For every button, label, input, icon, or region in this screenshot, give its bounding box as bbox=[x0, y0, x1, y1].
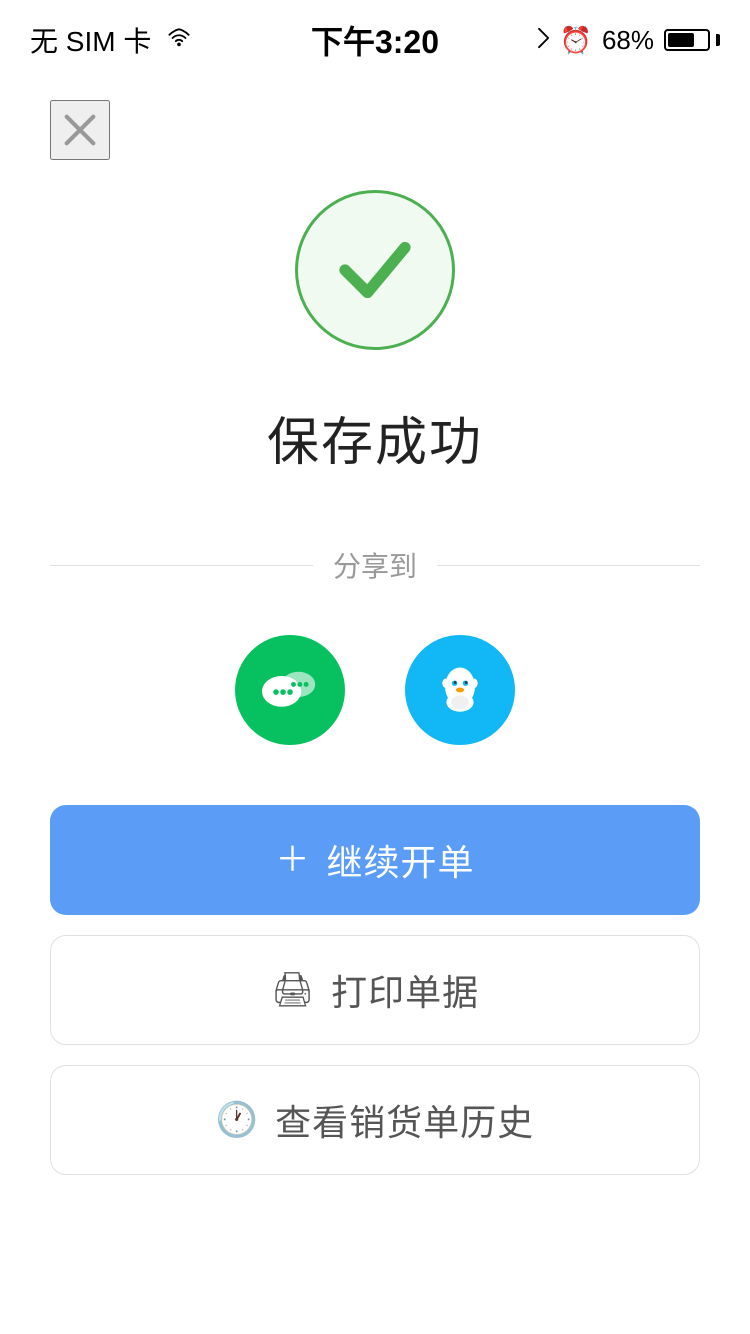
share-divider: 分享到 bbox=[50, 545, 700, 585]
divider-left bbox=[50, 565, 313, 566]
action-buttons: ＋ 继续开单 🖨 打印单据 🕐 查看销货单历史 bbox=[50, 805, 700, 1175]
main-content: 保存成功 分享到 bbox=[0, 80, 750, 1225]
wechat-share-button[interactable] bbox=[235, 635, 345, 745]
share-icons bbox=[235, 635, 515, 745]
print-icon: 🖨 bbox=[271, 973, 315, 1007]
history-button[interactable]: 🕐 查看销货单历史 bbox=[50, 1065, 700, 1175]
battery-percent: 68% bbox=[602, 25, 654, 56]
alarm-icon: ⏰ bbox=[560, 25, 592, 56]
share-label: 分享到 bbox=[333, 545, 417, 585]
status-right: ⏰ 68% bbox=[528, 25, 720, 56]
plus-icon: ＋ bbox=[275, 843, 310, 877]
print-label: 打印单据 bbox=[331, 964, 479, 1016]
location-icon bbox=[528, 25, 550, 56]
print-button[interactable]: 🖨 打印单据 bbox=[50, 935, 700, 1045]
time-display: 下午3:20 bbox=[311, 17, 439, 63]
divider-right bbox=[437, 565, 700, 566]
wifi-icon bbox=[163, 24, 195, 56]
history-icon: 🕐 bbox=[216, 1103, 259, 1137]
history-label: 查看销货单历史 bbox=[275, 1094, 534, 1146]
carrier-label: 无 SIM 卡 bbox=[30, 20, 151, 60]
continue-order-button[interactable]: ＋ 继续开单 bbox=[50, 805, 700, 915]
close-button[interactable] bbox=[50, 100, 110, 160]
status-left: 无 SIM 卡 bbox=[30, 20, 195, 60]
qq-share-button[interactable] bbox=[405, 635, 515, 745]
battery-icon bbox=[664, 29, 720, 51]
success-icon-circle bbox=[295, 190, 455, 350]
share-section: 分享到 bbox=[50, 545, 700, 745]
continue-order-label: 继续开单 bbox=[326, 834, 474, 886]
status-bar: 无 SIM 卡 下午3:20 ⏰ 68% bbox=[0, 0, 750, 80]
success-title: 保存成功 bbox=[267, 400, 483, 475]
